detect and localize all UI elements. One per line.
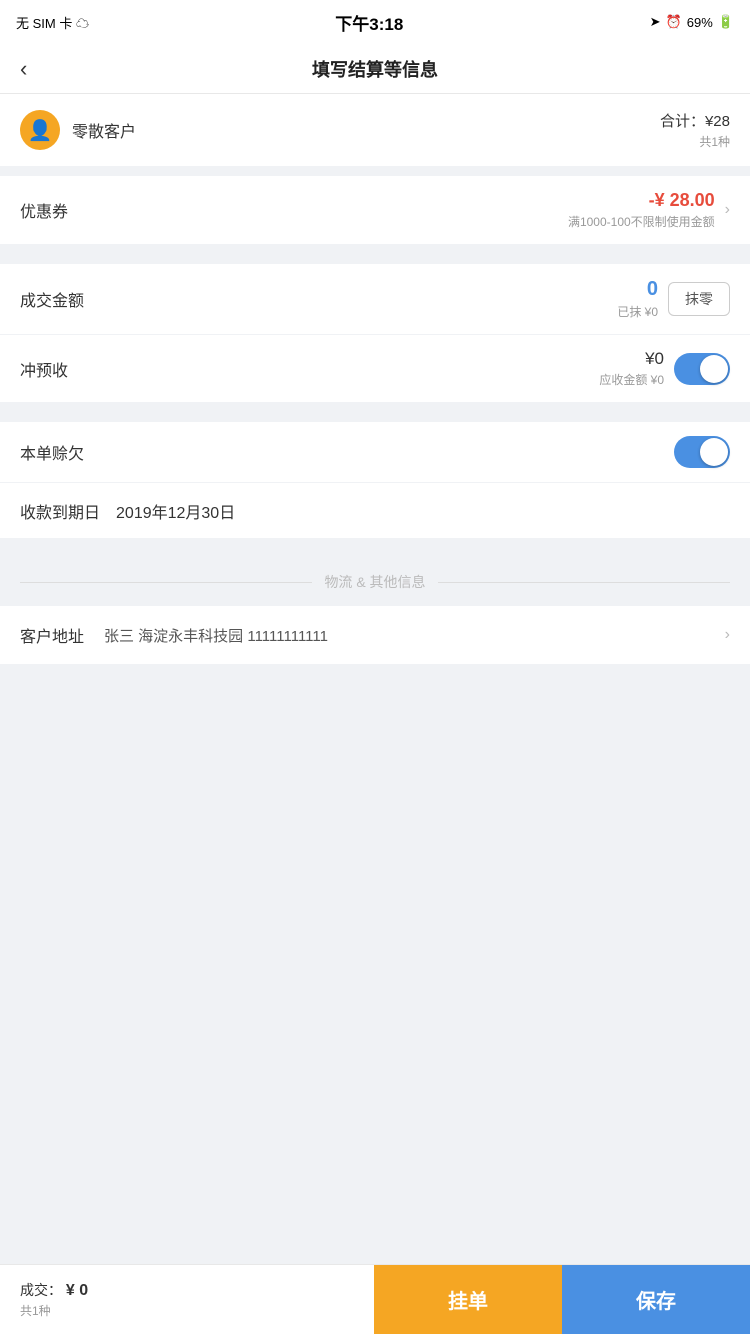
section-divider-3 bbox=[0, 548, 750, 558]
alarm-icon: ⏰ bbox=[666, 14, 682, 30]
debt-toggle-knob bbox=[700, 438, 728, 466]
pre-receive-amount: ¥0 bbox=[599, 349, 664, 369]
sim-status: 无 SIM 卡 ☁ bbox=[16, 13, 89, 32]
amount-section: 成交金额 已抹 ¥0 抹零 冲预收 ¥0 应收金额 ¥0 bbox=[0, 264, 750, 402]
customer-info: 👤 零散客户 bbox=[20, 110, 136, 150]
deal-amount-label: 成交金额 bbox=[20, 287, 84, 311]
total-amount: 合计：¥28 bbox=[660, 110, 730, 131]
hold-button[interactable]: 挂单 bbox=[374, 1265, 562, 1334]
bottom-bar: 成交： ¥ 0 共1种 挂单 保存 bbox=[0, 1264, 750, 1334]
pre-receive-row: 冲预收 ¥0 应收金额 ¥0 bbox=[0, 335, 750, 402]
debt-section: 本单赊欠 收款到期日 2019年12月30日 bbox=[0, 422, 750, 538]
address-section: 客户地址 张三 海淀永丰科技园 11111111111 › bbox=[0, 606, 750, 664]
status-time: 下午3:18 bbox=[335, 10, 403, 35]
section-divider-1 bbox=[0, 254, 750, 264]
coupon-section[interactable]: 优惠券 -¥ 28.00 满1000-100不限制使用金额 › bbox=[0, 176, 750, 244]
back-button[interactable]: ‹ bbox=[20, 56, 27, 82]
page-title: 填写结算等信息 bbox=[312, 56, 438, 82]
bottom-deal-row: 成交： ¥ 0 bbox=[20, 1280, 354, 1300]
debt-toggle[interactable] bbox=[674, 436, 730, 468]
avatar: 👤 bbox=[20, 110, 60, 150]
coupon-desc: 满1000-100不限制使用金额 bbox=[568, 213, 715, 230]
pre-receive-right: ¥0 应收金额 ¥0 bbox=[599, 349, 730, 388]
bottom-deal-label: 成交： bbox=[20, 1282, 62, 1298]
address-label: 客户地址 bbox=[20, 623, 84, 647]
due-date-value: 2019年12月30日 bbox=[116, 499, 235, 523]
coupon-amount: -¥ 28.00 bbox=[568, 190, 715, 211]
pre-receive-sub: 应收金额 ¥0 bbox=[599, 371, 664, 388]
customer-name: 零散客户 bbox=[72, 118, 136, 142]
battery-icon: 🔋 bbox=[718, 14, 734, 30]
bottom-deal-amount: ¥ 0 bbox=[66, 1282, 88, 1299]
coupon-row[interactable]: 优惠券 -¥ 28.00 满1000-100不限制使用金额 › bbox=[0, 176, 750, 244]
section-divider-2 bbox=[0, 412, 750, 422]
due-date-label: 收款到期日 bbox=[20, 499, 100, 523]
round-zero-button[interactable]: 抹零 bbox=[668, 282, 730, 316]
customer-total: 合计：¥28 共1种 bbox=[660, 110, 730, 150]
battery-status: 69% bbox=[687, 15, 713, 30]
avatar-icon: 👤 bbox=[28, 118, 53, 143]
toggle-knob bbox=[700, 355, 728, 383]
status-right: ➤ ⏰ 69% 🔋 bbox=[650, 14, 734, 30]
address-value: 张三 海淀永丰科技园 11111111111 bbox=[104, 625, 725, 646]
coupon-label: 优惠券 bbox=[20, 198, 68, 222]
logistics-text: 物流 & 其他信息 bbox=[324, 572, 425, 592]
nav-bar: ‹ 填写结算等信息 bbox=[0, 44, 750, 94]
already-rounded-text: 已抹 ¥0 bbox=[578, 303, 658, 320]
deal-amount-row: 成交金额 已抹 ¥0 抹零 bbox=[0, 264, 750, 335]
bottom-info: 成交： ¥ 0 共1种 bbox=[0, 1280, 374, 1319]
bottom-count: 共1种 bbox=[20, 1302, 354, 1319]
status-bar: 无 SIM 卡 ☁ 下午3:18 ➤ ⏰ 69% 🔋 bbox=[0, 0, 750, 44]
pre-receive-amounts: ¥0 应收金额 ¥0 bbox=[599, 349, 664, 388]
pre-receive-toggle[interactable] bbox=[674, 353, 730, 385]
logistics-divider: 物流 & 其他信息 bbox=[0, 558, 750, 606]
debt-row: 本单赊欠 bbox=[0, 422, 750, 482]
divider-line-left bbox=[20, 582, 312, 583]
content-spacer bbox=[0, 674, 750, 754]
customer-section: 👤 零散客户 合计：¥28 共1种 bbox=[0, 94, 750, 166]
coupon-right: -¥ 28.00 满1000-100不限制使用金额 › bbox=[568, 190, 730, 230]
status-left: 无 SIM 卡 ☁ bbox=[16, 13, 89, 32]
deal-amount-right: 已抹 ¥0 抹零 bbox=[578, 278, 730, 320]
deal-amount-input[interactable] bbox=[578, 278, 658, 301]
divider-line-right bbox=[438, 582, 730, 583]
pre-receive-label: 冲预收 bbox=[20, 357, 68, 381]
address-chevron-icon: › bbox=[725, 626, 730, 644]
coupon-chevron-icon: › bbox=[725, 201, 730, 219]
total-count: 共1种 bbox=[660, 133, 730, 150]
save-button[interactable]: 保存 bbox=[562, 1265, 750, 1334]
debt-label: 本单赊欠 bbox=[20, 440, 84, 464]
due-date-row[interactable]: 收款到期日 2019年12月30日 bbox=[0, 482, 750, 538]
address-row[interactable]: 客户地址 张三 海淀永丰科技园 11111111111 › bbox=[0, 606, 750, 664]
location-icon: ➤ bbox=[650, 14, 661, 30]
